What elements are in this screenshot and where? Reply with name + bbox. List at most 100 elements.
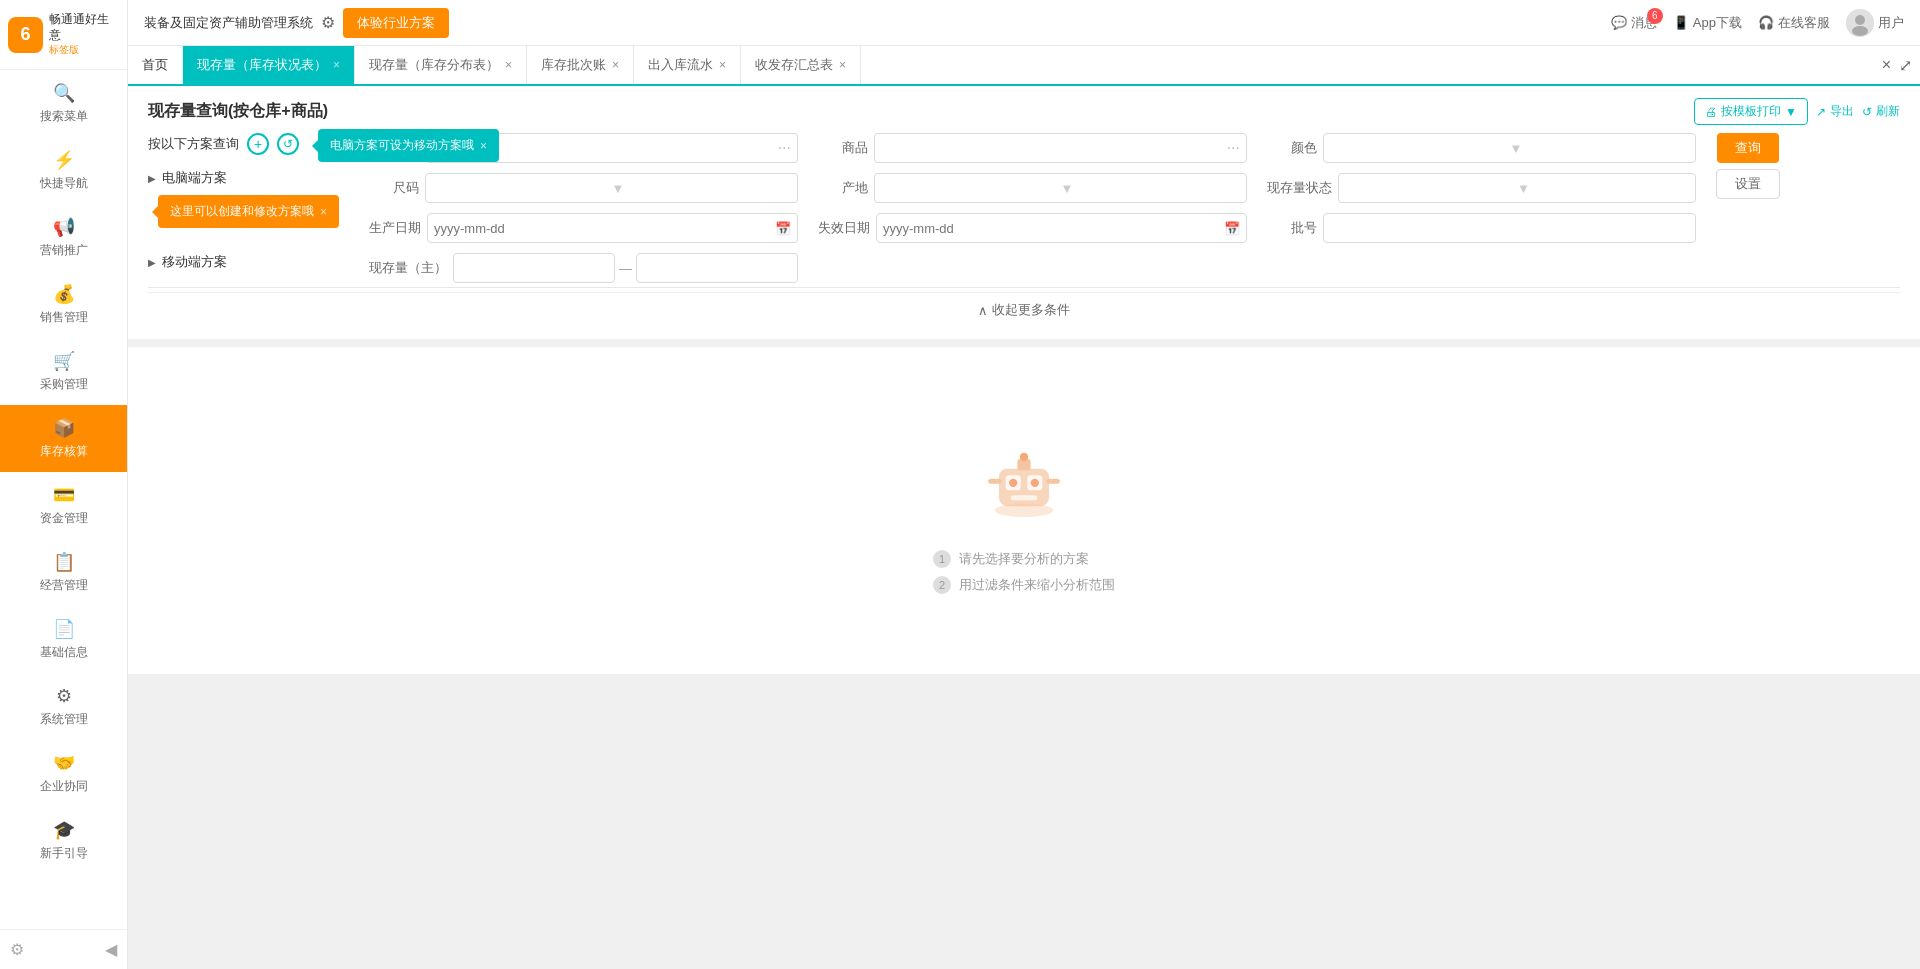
sidebar: 6 畅通通好生意 标签版 🔍 搜索菜单 ⚡ 快捷导航 📢 营销推广 💰 <box>0 0 128 969</box>
sidebar-item-inventory[interactable]: 📦 库存核算 <box>0 405 127 472</box>
message-icon: 💬 <box>1611 15 1627 30</box>
collapse-sidebar-icon[interactable]: ◀ <box>105 940 117 959</box>
service-icon: 🎧 <box>1758 15 1774 30</box>
sidebar-item-collab[interactable]: 🤝 企业协同 <box>0 740 127 807</box>
svg-point-7 <box>1009 479 1017 487</box>
goods-dots[interactable]: ··· <box>1227 139 1240 157</box>
expire-date-input-field[interactable] <box>883 221 1224 236</box>
stock-qty-min-input[interactable] <box>453 253 615 283</box>
add-scheme-button[interactable]: + <box>247 133 269 155</box>
tab-inventory-dist-label: 现存量（库存分布表） <box>369 56 499 74</box>
pc-scheme-item[interactable]: ▶ 电脑端方案 <box>148 165 349 191</box>
tab-inventory-dist[interactable]: 现存量（库存分布表） × <box>355 46 527 85</box>
empty-step-2: 2 用过滤条件来缩小分析范围 <box>933 576 1115 594</box>
expire-date-input[interactable]: 📅 <box>876 213 1247 243</box>
tab-close-icon[interactable]: × <box>612 58 619 72</box>
logo-icon: 6 <box>8 17 43 53</box>
sidebar-item-guide[interactable]: 🎓 新手引导 <box>0 807 127 874</box>
prod-date-input[interactable]: 📅 <box>427 213 798 243</box>
search-reset-btns: 查询 设置 <box>1716 133 1780 199</box>
topbar-gear-icon[interactable]: ⚙ <box>321 13 335 32</box>
reset-button[interactable]: 设置 <box>1716 169 1780 199</box>
size-field: 尺码 ▼ <box>369 173 798 203</box>
tab-close-icon[interactable]: × <box>505 58 512 72</box>
close-all-tabs-icon[interactable]: × <box>1882 56 1891 74</box>
tab-inventory-status[interactable]: 现存量（库存状况表） × <box>183 46 355 85</box>
size-select[interactable]: ▼ <box>425 173 798 203</box>
calendar-icon[interactable]: 📅 <box>775 221 791 236</box>
tab-close-icon[interactable]: × <box>719 58 726 72</box>
online-service-item[interactable]: 🎧 在线客服 <box>1758 14 1830 32</box>
scheme-tree: ▶ 电脑端方案 这里可以创建和修改方案哦 × <box>148 165 349 275</box>
mobile-scheme-item[interactable]: ▶ 移动端方案 <box>148 249 349 275</box>
calendar-icon[interactable]: 📅 <box>1224 221 1240 236</box>
batch-input[interactable] <box>1323 213 1696 243</box>
tab-batch-account[interactable]: 库存批次账 × <box>527 46 634 85</box>
sidebar-item-quicknav[interactable]: ⚡ 快捷导航 <box>0 137 127 204</box>
tab-collect-summary[interactable]: 收发存汇总表 × <box>741 46 861 85</box>
industry-plan-button[interactable]: 体验行业方案 <box>343 8 449 38</box>
sidebar-item-sales[interactable]: 💰 销售管理 <box>0 271 127 338</box>
empty-step-1: 1 请先选择要分析的方案 <box>933 550 1115 568</box>
stock-status-select[interactable]: ▼ <box>1338 173 1696 203</box>
sidebar-item-finance[interactable]: 💳 资金管理 <box>0 472 127 539</box>
goods-input[interactable]: ··· <box>874 133 1247 163</box>
sidebar-item-purchase[interactable]: 🛒 采购管理 <box>0 338 127 405</box>
tooltip-create-close[interactable]: × <box>320 205 327 219</box>
sidebar-item-label: 快捷导航 <box>40 175 88 192</box>
tabs-bar: 首页 现存量（库存状况表） × 现存量（库存分布表） × 库存批次账 × 出入库… <box>128 46 1920 86</box>
step-2-num: 2 <box>933 576 951 594</box>
tab-inout-flow[interactable]: 出入库流水 × <box>634 46 741 85</box>
warehouse-dots[interactable]: ··· <box>778 139 791 157</box>
tooltip-scheme-close[interactable]: × <box>480 139 487 153</box>
mobile-scheme-label: 移动端方案 <box>162 253 227 271</box>
system-icon: ⚙ <box>56 685 72 707</box>
tabs-end: × ⤢ <box>1882 56 1920 75</box>
collapse-more-button[interactable]: ∧ 收起更多条件 <box>148 292 1900 327</box>
prod-date-input-field[interactable] <box>434 221 775 236</box>
search-button[interactable]: 查询 <box>1717 133 1779 163</box>
filter-row-4: 现存量（主） — <box>369 253 1696 283</box>
stock-qty-max-input[interactable] <box>636 253 798 283</box>
tab-batch-account-label: 库存批次账 <box>541 56 606 74</box>
sidebar-item-label: 搜索菜单 <box>40 108 88 125</box>
refresh-scheme-button[interactable]: ↺ <box>277 133 299 155</box>
sidebar-item-label: 资金管理 <box>40 510 88 527</box>
empty-steps: 1 请先选择要分析的方案 2 用过滤条件来缩小分析范围 <box>933 550 1115 594</box>
app-download-item[interactable]: 📱 App下载 <box>1673 14 1742 32</box>
refresh-button[interactable]: ↺ 刷新 <box>1862 103 1900 120</box>
search-icon: 🔍 <box>53 82 75 104</box>
settings-icon[interactable]: ⚙ <box>10 940 24 959</box>
prod-date-label: 生产日期 <box>369 219 421 237</box>
sidebar-item-operations[interactable]: 📋 经营管理 <box>0 539 127 606</box>
empty-area: 1 请先选择要分析的方案 2 用过滤条件来缩小分析范围 <box>128 347 1920 674</box>
tab-collect-summary-label: 收发存汇总表 <box>755 56 833 74</box>
user-item[interactable]: 用户 <box>1846 9 1904 37</box>
template-print-button[interactable]: 🖨 按模板打印 ▼ <box>1694 98 1808 125</box>
origin-select[interactable]: ▼ <box>874 173 1247 203</box>
phone-icon: 📱 <box>1673 15 1689 30</box>
online-service-label: 在线客服 <box>1778 14 1830 32</box>
sidebar-item-basic[interactable]: 📄 基础信息 <box>0 606 127 673</box>
export-button[interactable]: ↗ 导出 <box>1816 103 1854 120</box>
chevron-down-icon: ▼ <box>1517 181 1689 196</box>
sidebar-item-marketing[interactable]: 📢 营销推广 <box>0 204 127 271</box>
notification-item[interactable]: 💬 消息 6 <box>1611 14 1657 32</box>
tooltip-scheme-text: 电脑方案可设为移动方案哦 <box>330 137 474 154</box>
goods-input-field[interactable] <box>881 141 1227 156</box>
chevron-down-icon: ▼ <box>612 181 792 196</box>
color-select[interactable]: ▼ <box>1323 133 1696 163</box>
expire-date-label: 失效日期 <box>818 219 870 237</box>
chevron-down-icon: ▼ <box>1510 141 1690 156</box>
tab-close-icon[interactable]: × <box>333 58 340 72</box>
guide-icon: 🎓 <box>53 819 75 841</box>
tab-close-icon[interactable]: × <box>839 58 846 72</box>
svg-point-1 <box>1855 15 1865 25</box>
sidebar-item-search[interactable]: 🔍 搜索菜单 <box>0 70 127 137</box>
expand-icon[interactable]: ⤢ <box>1899 56 1912 75</box>
tab-home[interactable]: 首页 <box>128 46 183 85</box>
page-title: 现存量查询(按仓库+商品) <box>148 101 328 122</box>
tooltip-create-text: 这里可以创建和修改方案哦 <box>170 203 314 220</box>
sidebar-item-system[interactable]: ⚙ 系统管理 <box>0 673 127 740</box>
batch-input-field[interactable] <box>1330 221 1689 236</box>
